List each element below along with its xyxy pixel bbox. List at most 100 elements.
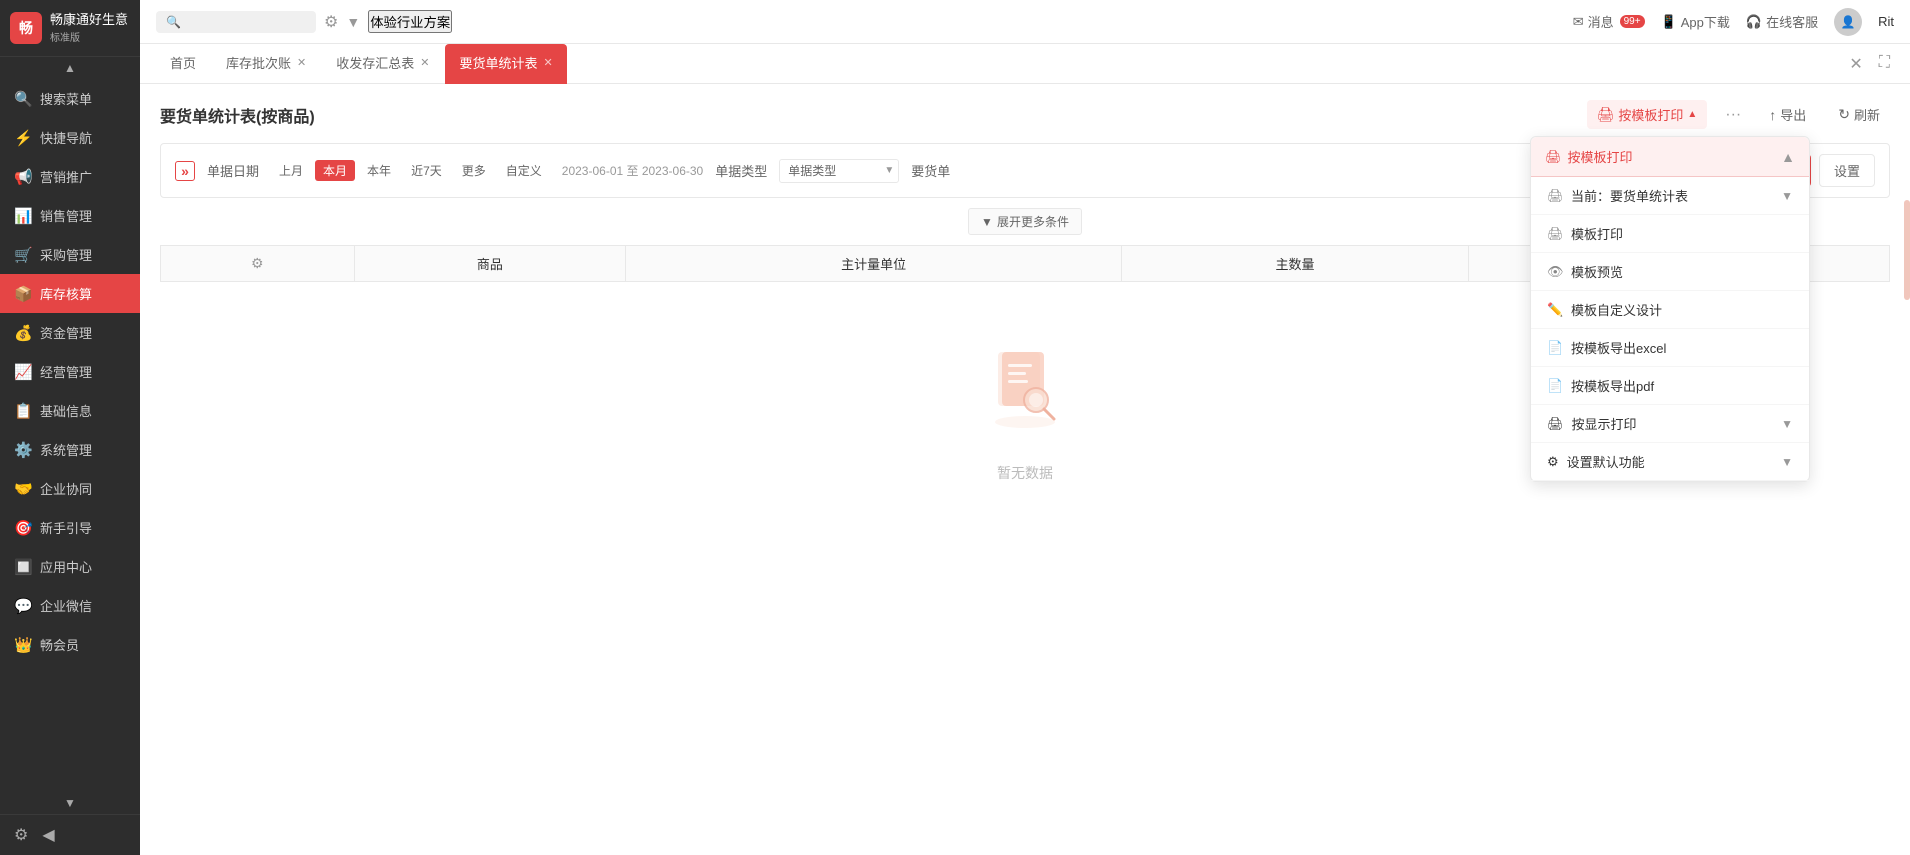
tab-maximize-btn[interactable]: ⛶ [1875, 50, 1894, 78]
industry-btn[interactable]: 体验行业方案 [368, 10, 452, 33]
messages-btn[interactable]: ✉ 消息 99+ [1573, 12, 1645, 31]
tab-order-stats[interactable]: 要货单统计表 ✕ [445, 44, 566, 84]
dropdown-current-template[interactable]: 🖨 当前：要货单统计表 ▼ [1531, 177, 1809, 215]
topbar: 🔍 ⚙ ▼ 体验行业方案 ✉ 消息 99+ 📱 App下载 🎧 在线客服 👤 [140, 0, 1910, 44]
filter-expand-icon[interactable]: » [175, 161, 195, 181]
page-title-row: 要货单统计表(按商品) 🖨 按模板打印 ▲ ··· ↑ 导出 ↻ [160, 100, 1890, 129]
table-settings-icon[interactable]: ⚙ [251, 255, 264, 271]
dropdown-export-pdf[interactable]: 📄 按模板导出pdf [1531, 367, 1809, 405]
sidebar-scroll-down[interactable]: ▼ [0, 792, 140, 814]
message-icon: ✉ [1573, 14, 1584, 30]
dropdown-title: 按模板打印 [1568, 147, 1633, 166]
tab-receipt-summary-close[interactable]: ✕ [420, 56, 429, 69]
sidebar-item-quick-nav[interactable]: ⚡ 快捷导航 [0, 118, 140, 157]
sidebar-item-inventory[interactable]: 📦 库存核算 [0, 274, 140, 313]
tab-inventory-batch-close[interactable]: ✕ [297, 56, 306, 69]
topbar-search[interactable]: 🔍 [156, 11, 316, 33]
settings-btn[interactable]: 设置 [1819, 154, 1875, 187]
sidebar-item-collab[interactable]: 🤝 企业协同 [0, 469, 140, 508]
export-icon: ↑ [1769, 107, 1776, 123]
table-col-settings: ⚙ [161, 246, 355, 282]
export-btn[interactable]: ↑ 导出 [1759, 100, 1816, 129]
topbar-settings-icon[interactable]: ⚙ [324, 12, 338, 32]
sidebar-item-label: 库存核算 [40, 284, 92, 303]
operations-icon: 📈 [14, 363, 32, 381]
filter-date-range: 2023-06-01 至 2023-06-30 [562, 162, 703, 179]
tab-home-label: 首页 [170, 53, 196, 72]
refresh-btn-label: 刷新 [1854, 105, 1880, 124]
filter-date-more[interactable]: 更多 [454, 160, 494, 181]
page-title: 要货单统计表(按商品) [160, 103, 315, 127]
dropdown-current-arrow: ▼ [1781, 189, 1793, 203]
tab-inventory-batch[interactable]: 库存批次账 ✕ [212, 44, 320, 84]
filter-date-label: 单据日期 [207, 161, 259, 180]
filter-type-select[interactable]: 单据类型 [779, 159, 899, 183]
tab-home[interactable]: 首页 [156, 44, 210, 84]
expand-more-btn[interactable]: ▼ 展开更多条件 [968, 208, 1082, 235]
app-name: 畅康通好生意 [50, 12, 128, 29]
sidebar-item-basic[interactable]: 📋 基础信息 [0, 391, 140, 430]
dropdown-close-btn[interactable]: ▲ [1781, 149, 1795, 165]
filter-date-custom[interactable]: 自定义 [498, 160, 550, 181]
topbar-dropdown-icon[interactable]: ▼ [346, 14, 360, 30]
dropdown-display-print[interactable]: 🖨 按显示打印 ▼ [1531, 405, 1809, 443]
main-content: 🔍 ⚙ ▼ 体验行业方案 ✉ 消息 99+ 📱 App下载 🎧 在线客服 👤 [140, 0, 1910, 855]
page-content: 要货单统计表(按商品) 🖨 按模板打印 ▲ ··· ↑ 导出 ↻ [140, 84, 1910, 855]
tab-close-all-btn[interactable]: ✕ [1845, 50, 1866, 78]
wechat-icon: 💬 [14, 597, 32, 615]
more-icon[interactable]: ··· [1719, 104, 1747, 126]
app-download-btn[interactable]: 📱 App下载 [1661, 12, 1730, 31]
toolbar-right: 🖨 按模板打印 ▲ ··· ↑ 导出 ↻ 刷新 [1587, 100, 1890, 129]
scroll-indicator[interactable] [1904, 200, 1910, 300]
filter-date-this-month[interactable]: 本月 [315, 160, 355, 181]
sidebar-item-apps[interactable]: 🔲 应用中心 [0, 547, 140, 586]
sidebar-item-search[interactable]: 🔍 搜索菜单 [0, 79, 140, 118]
filter-date-this-year[interactable]: 本年 [359, 160, 399, 181]
member-icon: 👑 [14, 636, 32, 654]
sidebar-settings-icon[interactable]: ⚙ [14, 825, 28, 845]
filter-date-7days[interactable]: 近7天 [403, 160, 450, 181]
filter-goods-label: 要货单 [911, 161, 950, 180]
sidebar-item-system[interactable]: ⚙️ 系统管理 [0, 430, 140, 469]
sidebar-item-label: 企业协同 [40, 479, 92, 498]
dropdown-export-excel[interactable]: 📄 按模板导出excel [1531, 329, 1809, 367]
expand-more-icon: ▼ [981, 215, 993, 229]
print-dropdown-panel: 🖨 按模板打印 ▲ 🖨 当前：要货单统计表 ▼ [1530, 136, 1810, 482]
dropdown-template-print[interactable]: 🖨 模板打印 [1531, 215, 1809, 253]
sidebar-item-marketing[interactable]: 📢 营销推广 [0, 157, 140, 196]
sidebar-item-guide[interactable]: 🎯 新手引导 [0, 508, 140, 547]
topbar-left: 🔍 ⚙ ▼ 体验行业方案 [156, 10, 452, 33]
table-col-quantity-label: 主数量 [1275, 257, 1314, 272]
template-preview-icon: 👁 [1547, 264, 1563, 280]
dropdown-template-preview[interactable]: 👁 模板预览 [1531, 253, 1809, 291]
dropdown-template-design[interactable]: ✏️ 模板自定义设计 [1531, 291, 1809, 329]
search-icon: 🔍 [166, 15, 181, 29]
user-avatar[interactable]: 👤 [1834, 8, 1862, 36]
filter-type-select-wrapper: 单据类型 ▼ [779, 159, 899, 183]
tab-order-stats-close[interactable]: ✕ [544, 56, 553, 69]
empty-icon [980, 342, 1070, 451]
template-print-icon: 🖨 [1547, 226, 1563, 242]
sidebar-item-member[interactable]: 👑 畅会员 [0, 625, 140, 664]
filter-date-last-month[interactable]: 上月 [271, 160, 311, 181]
sidebar-item-wechat[interactable]: 💬 企业微信 [0, 586, 140, 625]
online-service-btn[interactable]: 🎧 在线客服 [1746, 12, 1818, 31]
refresh-btn[interactable]: ↻ 刷新 [1828, 100, 1890, 129]
tab-receipt-summary[interactable]: 收发存汇总表 ✕ [322, 44, 443, 84]
template-icon: 🖨 [1547, 188, 1563, 204]
sidebar-item-finance[interactable]: 💰 资金管理 [0, 313, 140, 352]
finance-icon: 💰 [14, 324, 32, 342]
display-print-left: 🖨 按显示打印 [1547, 414, 1637, 433]
quick-nav-icon: ⚡ [14, 129, 32, 147]
sidebar-item-operations[interactable]: 📈 经营管理 [0, 352, 140, 391]
dropdown-set-default[interactable]: ⚙ 设置默认功能 ▼ [1531, 443, 1809, 481]
app-version: 标准版 [50, 29, 128, 44]
download-icon: 📱 [1661, 14, 1677, 30]
set-default-arrow: ▼ [1781, 455, 1793, 469]
sidebar: 畅 畅康通好生意 标准版 ▲ 🔍 搜索菜单 ⚡ 快捷导航 📢 营销推广 📊 销售… [0, 0, 140, 855]
print-btn[interactable]: 🖨 按模板打印 ▲ [1587, 100, 1708, 129]
sidebar-item-sales[interactable]: 📊 销售管理 [0, 196, 140, 235]
sidebar-scroll-up[interactable]: ▲ [0, 57, 140, 79]
sidebar-item-purchase[interactable]: 🛒 采购管理 [0, 235, 140, 274]
sidebar-collapse-icon[interactable]: ◀ [42, 825, 54, 845]
